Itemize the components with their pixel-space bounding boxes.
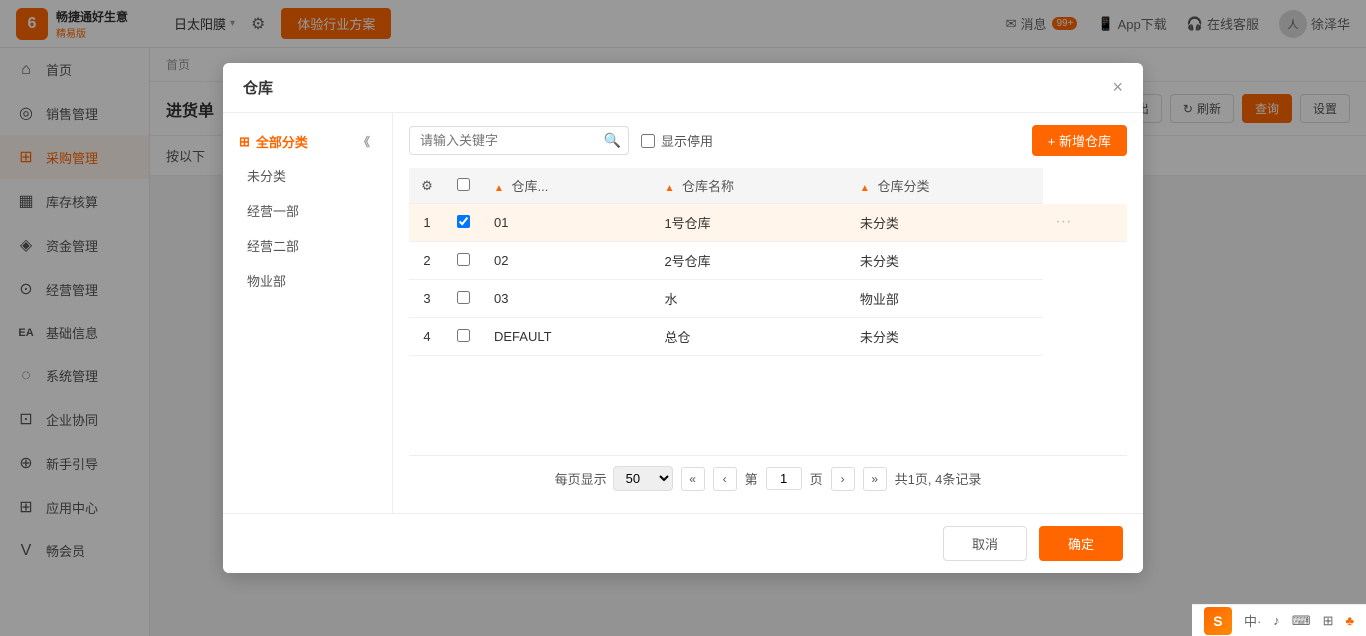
sort-icon-name: ▲ [664,183,674,194]
table-panel: 🔍 显示停用 + 新增仓库 ⚙ [393,113,1143,513]
search-bar: 🔍 显示停用 + 新增仓库 [409,125,1127,156]
select-all-checkbox[interactable] [457,178,470,191]
bottom-bar: S 中· ♪ ⌨ ⊞ ♣ [1192,604,1366,636]
last-page-btn[interactable]: » [863,467,887,491]
dialog-close-btn[interactable]: × [1112,77,1123,98]
sort-icon-code: ▲ [494,183,504,194]
next-page-btn[interactable]: › [831,467,855,491]
table-container: ⚙ ▲ 仓库... ▲ [409,168,1127,443]
row-category: 未分类 [848,318,1043,356]
row-name: 总仓 [652,318,847,356]
dialog-body: ⊞ 全部分类 《 未分类 经营一部 经营二部 物业部 🔍 [223,113,1143,513]
table-row[interactable]: 2 02 2号仓库 未分类 [409,242,1127,280]
row-name: 水 [652,280,847,318]
grid-icon: ⊞ [239,134,250,150]
col-header-checkbox[interactable] [445,168,482,204]
collapse-btn[interactable]: 《 [352,131,376,152]
page-word: 第 [745,469,758,488]
warehouse-dialog: 仓库 × ⊞ 全部分类 《 未分类 经营一部 经营二部 物业部 [223,63,1143,573]
row-category: 物业部 [848,280,1043,318]
s-logo: S [1204,607,1232,635]
bottom-item-3[interactable]: ⌨ [1292,613,1311,629]
dialog-header: 仓库 × [223,63,1143,113]
row-checkbox[interactable] [457,291,470,304]
bottom-item-2[interactable]: ♪ [1273,613,1280,628]
row-code: 03 [482,280,652,318]
pagination: 每页显示 50 10 20 100 « ‹ 第 页 › » [409,455,1127,501]
col-header-settings[interactable]: ⚙ [409,168,445,204]
page-input[interactable] [766,467,802,490]
row-code: 01 [482,204,652,242]
category-item-2[interactable]: 经营二部 [223,228,392,263]
sort-icon-cat: ▲ [860,183,870,194]
confirm-btn[interactable]: 确定 [1039,526,1123,561]
row-code: 02 [482,242,652,280]
category-title: 全部分类 [256,132,308,151]
col-header-category: ▲ 仓库分类 [848,168,1043,204]
row-category: 未分类 [848,242,1043,280]
row-index: 2 [409,242,445,280]
search-input-wrap: 🔍 [409,126,629,155]
category-panel: ⊞ 全部分类 《 未分类 经营一部 经营二部 物业部 [223,113,393,513]
show-disabled-text: 显示停用 [661,131,713,150]
row-code: DEFAULT [482,318,652,356]
category-item-0[interactable]: 未分类 [223,158,392,193]
row-name: 1号仓库 [652,204,847,242]
total-info: 共1页, 4条记录 [895,469,982,488]
table-row[interactable]: 3 03 水 物业部 [409,280,1127,318]
prev-page-btn[interactable]: ‹ [713,467,737,491]
page-size-select[interactable]: 50 10 20 100 [613,466,673,491]
row-index: 4 [409,318,445,356]
dialog-overlay: 仓库 × ⊞ 全部分类 《 未分类 经营一部 经营二部 物业部 [0,0,1366,636]
table-row[interactable]: 4 DEFAULT 总仓 未分类 [409,318,1127,356]
dialog-title: 仓库 [243,77,273,98]
warehouse-table: ⚙ ▲ 仓库... ▲ [409,168,1127,356]
row-name: 2号仓库 [652,242,847,280]
col-header-code: ▲ 仓库... [482,168,652,204]
bottom-item-1[interactable]: 中· [1244,611,1261,630]
first-page-btn[interactable]: « [681,467,705,491]
cancel-btn[interactable]: 取消 [943,526,1027,561]
row-checkbox[interactable] [457,215,470,228]
bottom-item-5[interactable]: ♣ [1345,613,1354,628]
row-index: 1 [409,204,445,242]
show-disabled-label: 显示停用 [641,131,713,150]
category-item-3[interactable]: 物业部 [223,263,392,298]
row-category: 未分类 [848,204,1043,242]
bottom-item-4[interactable]: ⊞ [1323,613,1334,629]
col-header-name: ▲ 仓库名称 [652,168,847,204]
row-index: 3 [409,280,445,318]
dialog-footer: 取消 确定 [223,513,1143,573]
show-disabled-checkbox[interactable] [641,134,655,148]
search-icon[interactable]: 🔍 [604,132,621,149]
row-checkbox[interactable] [457,329,470,342]
page-unit: 页 [810,469,823,488]
search-input[interactable] [409,126,629,155]
table-row[interactable]: 1 01 1号仓库 未分类 ··· [409,204,1127,242]
per-page-label: 每页显示 [555,469,607,488]
add-warehouse-btn[interactable]: + 新增仓库 [1032,125,1127,156]
row-checkbox[interactable] [457,253,470,266]
category-header[interactable]: ⊞ 全部分类 《 [223,125,392,158]
settings-col-icon: ⚙ [421,178,433,193]
row-more-btn[interactable]: ··· [1055,213,1071,230]
per-page-select: 每页显示 50 10 20 100 [555,466,673,491]
category-item-1[interactable]: 经营一部 [223,193,392,228]
